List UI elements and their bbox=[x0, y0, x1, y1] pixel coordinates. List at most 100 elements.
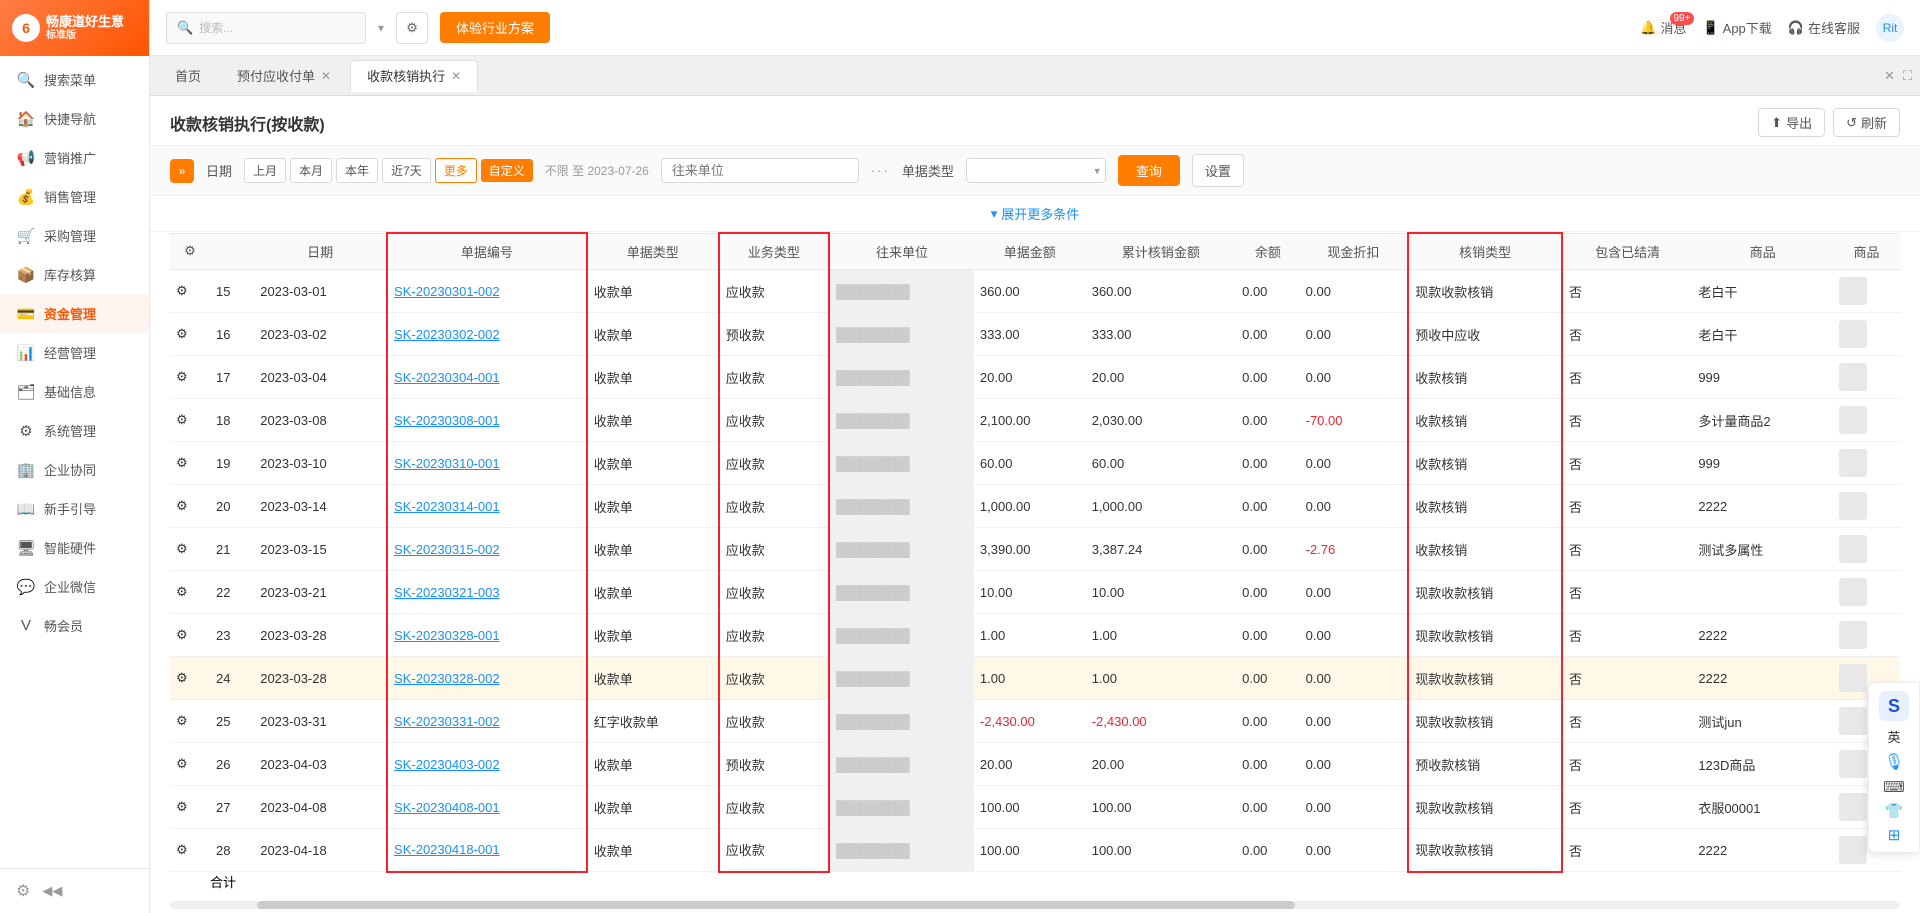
settings-icon[interactable]: ⚙ bbox=[16, 881, 30, 901]
cell-receipt_no[interactable]: SK-20230408-001 bbox=[387, 786, 587, 829]
sidebar-item-operations[interactable]: 📊经营管理 bbox=[0, 333, 149, 372]
page-header: 收款核销执行(按收款) ⬆ 导出 ↺ 刷新 bbox=[150, 96, 1920, 146]
cell-product: 测试多属性 bbox=[1692, 528, 1833, 571]
cell-receipt_no[interactable]: SK-20230301-002 bbox=[387, 270, 587, 313]
cell-settings: ⚙ bbox=[170, 786, 210, 829]
sidebar-icon-system: ⚙ bbox=[16, 422, 36, 440]
cell-receipt_no[interactable]: SK-20230418-001 bbox=[387, 829, 587, 872]
table-row[interactable]: ⚙182023-03-08SK-20230308-001收款单应收款██████… bbox=[170, 399, 1900, 442]
floating-icon-shirt[interactable]: 👕 bbox=[1885, 802, 1904, 820]
customer-service-button[interactable]: 🎧 在线客服 bbox=[1788, 18, 1860, 37]
notification-button[interactable]: 🔔 消息 99+ bbox=[1640, 18, 1686, 37]
cell-receipt_no[interactable]: SK-20230403-002 bbox=[387, 743, 587, 786]
sidebar-item-wechat[interactable]: 💬企业微信 bbox=[0, 567, 149, 606]
last-7days-btn[interactable]: 近7天 bbox=[382, 158, 431, 183]
tab-advance[interactable]: 预付应收付单✕ bbox=[220, 60, 348, 92]
tab-close-writeoff[interactable]: ✕ bbox=[451, 69, 461, 83]
export-button[interactable]: ⬆ 导出 bbox=[1758, 108, 1825, 137]
tab-close-advance[interactable]: ✕ bbox=[321, 69, 331, 83]
sidebar-item-basics[interactable]: 🗂基础信息 bbox=[0, 372, 149, 411]
close-tab-icon[interactable]: ✕ bbox=[1884, 68, 1895, 84]
table-row[interactable]: ⚙192023-03-10SK-20230310-001收款单应收款██████… bbox=[170, 442, 1900, 485]
cell-writeoff_amount: 2,030.00 bbox=[1086, 399, 1236, 442]
sidebar-item-guide[interactable]: 📖新手引导 bbox=[0, 489, 149, 528]
cell-receipt_no[interactable]: SK-20230308-001 bbox=[387, 399, 587, 442]
cell-seq: 20 bbox=[210, 485, 254, 528]
cell-counterparty: ████████ bbox=[829, 528, 974, 571]
table-row[interactable]: ⚙282023-04-18SK-20230418-001收款单应收款██████… bbox=[170, 829, 1900, 872]
cell-receipt_no[interactable]: SK-20230310-001 bbox=[387, 442, 587, 485]
app-download-button[interactable]: 📱 App下载 bbox=[1702, 18, 1771, 37]
table-row[interactable]: ⚙152023-03-01SK-20230301-002收款单应收款██████… bbox=[170, 270, 1900, 313]
floating-icon-mic[interactable]: 🎙 bbox=[1884, 752, 1904, 772]
this-year-btn[interactable]: 本年 bbox=[336, 158, 378, 183]
cell-receipt_no[interactable]: SK-20230302-002 bbox=[387, 313, 587, 356]
cell-receipt_no[interactable]: SK-20230321-003 bbox=[387, 571, 587, 614]
scrollbar-thumb[interactable] bbox=[257, 901, 1295, 909]
table-row[interactable]: ⚙202023-03-14SK-20230314-001收款单应收款██████… bbox=[170, 485, 1900, 528]
table-row[interactable]: ⚙242023-03-28SK-20230328-002收款单应收款██████… bbox=[170, 657, 1900, 700]
more-dates-btn[interactable]: 更多 bbox=[435, 158, 477, 183]
topbar-search[interactable]: 🔍 搜索... bbox=[166, 12, 366, 44]
sidebar-item-marketing[interactable]: 📢营销推广 bbox=[0, 138, 149, 177]
refresh-button[interactable]: ↺ 刷新 bbox=[1833, 108, 1900, 137]
tab-label-home: 首页 bbox=[175, 66, 201, 85]
table-row[interactable]: ⚙272023-04-08SK-20230408-001收款单应收款██████… bbox=[170, 786, 1900, 829]
sidebar-item-sales[interactable]: 💰销售管理 bbox=[0, 177, 149, 216]
cell-receipt_no[interactable]: SK-20230328-001 bbox=[387, 614, 587, 657]
floating-icon-1[interactable]: 英 bbox=[1887, 727, 1900, 746]
collapse-icon[interactable]: ◀◀ bbox=[42, 883, 62, 899]
cell-biz_type: 应收款 bbox=[719, 528, 829, 571]
custom-date-btn[interactable]: 自定义 bbox=[481, 159, 533, 182]
expand-conditions-button[interactable]: ▾ 展开更多条件 bbox=[991, 200, 1080, 227]
sidebar-item-member[interactable]: V畅会员 bbox=[0, 606, 149, 645]
tab-writeoff[interactable]: 收款核销执行✕ bbox=[350, 60, 478, 92]
maximize-icon[interactable]: ⛶ bbox=[1903, 68, 1912, 84]
settings-button[interactable]: 设置 bbox=[1192, 154, 1244, 187]
query-button[interactable]: 查询 bbox=[1118, 155, 1180, 186]
col-header-amount: 单据金额 bbox=[974, 233, 1086, 270]
last-month-btn[interactable]: 上月 bbox=[244, 158, 286, 183]
sidebar-item-finance[interactable]: 💳资金管理 bbox=[0, 294, 149, 333]
sidebar-item-system[interactable]: ⚙系统管理 bbox=[0, 411, 149, 450]
cell-receipt_no[interactable]: SK-20230328-002 bbox=[387, 657, 587, 700]
sidebar-icon-member: V bbox=[16, 617, 36, 634]
cell-product: 999 bbox=[1692, 356, 1833, 399]
floating-icon-keyboard[interactable]: ⌨ bbox=[1883, 778, 1905, 796]
filter-toggle-button[interactable]: » bbox=[170, 159, 194, 183]
tab-home[interactable]: 首页 bbox=[158, 60, 218, 92]
cell-receipt_no[interactable]: SK-20230304-001 bbox=[387, 356, 587, 399]
filter-bar: » 日期 上月 本月 本年 近7天 更多 自定义 不限 至 2023-07-26… bbox=[150, 146, 1920, 196]
cell-settings: ⚙ bbox=[170, 743, 210, 786]
cell-receipt_no[interactable]: SK-20230314-001 bbox=[387, 485, 587, 528]
this-month-btn[interactable]: 本月 bbox=[290, 158, 332, 183]
cell-receipt_no[interactable]: SK-20230331-002 bbox=[387, 700, 587, 743]
sidebar-label-search: 搜索菜单 bbox=[44, 70, 96, 89]
gear-button[interactable]: ⚙ bbox=[396, 12, 428, 44]
cell-receipt_no[interactable]: SK-20230315-002 bbox=[387, 528, 587, 571]
sidebar-item-hardware[interactable]: 🖥智能硬件 bbox=[0, 528, 149, 567]
sidebar-item-purchase[interactable]: 🛒采购管理 bbox=[0, 216, 149, 255]
table-row[interactable]: ⚙222023-03-21SK-20230321-003收款单应收款██████… bbox=[170, 571, 1900, 614]
logo-icon: 6 bbox=[12, 14, 40, 42]
table-row[interactable]: ⚙262023-04-03SK-20230403-002收款单预收款██████… bbox=[170, 743, 1900, 786]
floating-icon-grid[interactable]: ⊞ bbox=[1888, 826, 1901, 844]
table-row[interactable]: ⚙252023-03-31SK-20230331-002红字收款单应收款████… bbox=[170, 700, 1900, 743]
receipt-type-select[interactable] bbox=[966, 158, 1106, 183]
sidebar-item-shortcut[interactable]: 🏠快捷导航 bbox=[0, 99, 149, 138]
dropdown-arrow-icon[interactable]: ▾ bbox=[378, 21, 384, 35]
cell-seq: 25 bbox=[210, 700, 254, 743]
user-avatar[interactable]: Rit bbox=[1876, 14, 1904, 42]
table-row[interactable]: ⚙212023-03-15SK-20230315-002收款单应收款██████… bbox=[170, 528, 1900, 571]
footer-cell-counterparty bbox=[974, 872, 1086, 892]
table-row[interactable]: ⚙232023-03-28SK-20230328-001收款单应收款██████… bbox=[170, 614, 1900, 657]
sidebar-item-corp[interactable]: 🏢企业协同 bbox=[0, 450, 149, 489]
counterparty-input[interactable] bbox=[661, 158, 859, 183]
table-row[interactable]: ⚙172023-03-04SK-20230304-001收款单应收款██████… bbox=[170, 356, 1900, 399]
table-scrollbar[interactable] bbox=[170, 901, 1900, 909]
solution-button[interactable]: 体验行业方案 bbox=[440, 12, 550, 43]
cell-product: 老白干 bbox=[1692, 270, 1833, 313]
sidebar-item-search[interactable]: 🔍搜索菜单 bbox=[0, 60, 149, 99]
table-row[interactable]: ⚙162023-03-02SK-20230302-002收款单预收款██████… bbox=[170, 313, 1900, 356]
sidebar-item-inventory[interactable]: 📦库存核算 bbox=[0, 255, 149, 294]
